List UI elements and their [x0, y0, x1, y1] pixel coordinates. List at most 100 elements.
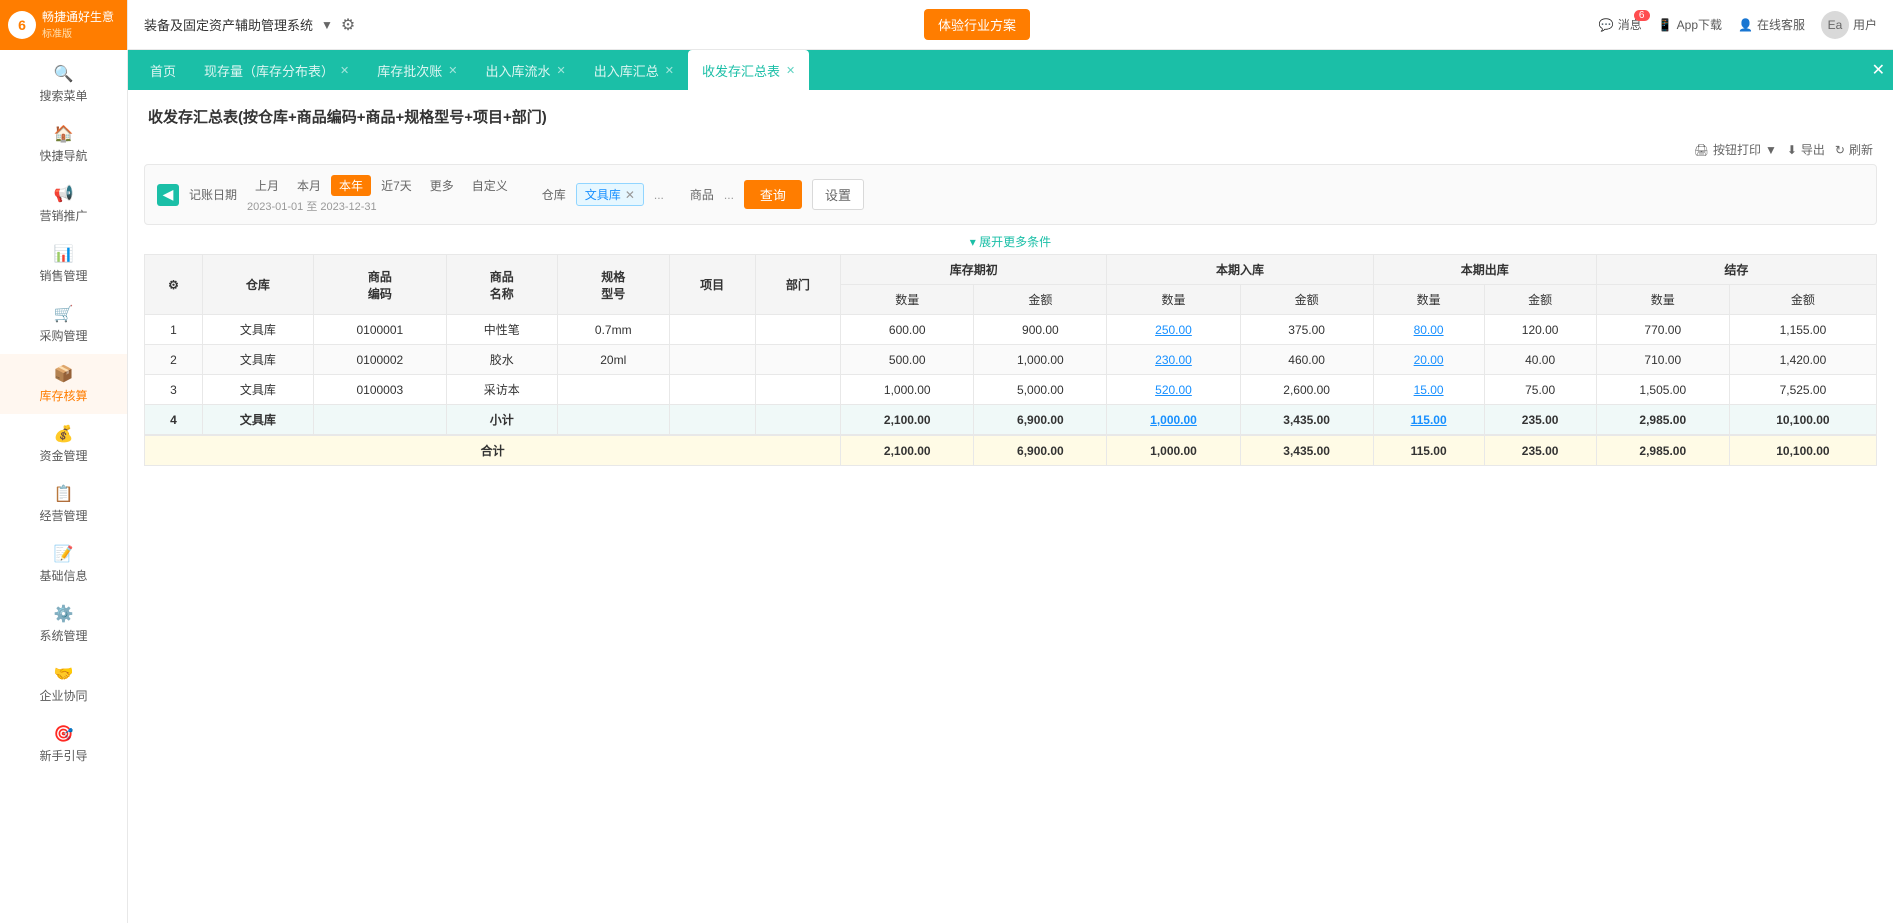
- query-button[interactable]: 查询: [744, 180, 802, 209]
- sidebar-item-operations[interactable]: 📋 经营管理: [0, 474, 127, 534]
- sidebar-item-quick-nav[interactable]: 🏠 快捷导航: [0, 114, 127, 174]
- row-out-amt: 235.00: [1484, 405, 1596, 436]
- row-in-qty[interactable]: 230.00: [1107, 345, 1240, 375]
- in-qty-link[interactable]: 250.00: [1155, 323, 1192, 337]
- export-btn[interactable]: ⬇ 导出: [1787, 141, 1825, 158]
- tab-close-icon[interactable]: ✕: [448, 64, 457, 77]
- row-warehouse: 文具库: [203, 375, 314, 405]
- out-qty-link[interactable]: 15.00: [1414, 383, 1444, 397]
- date-btn-this-year[interactable]: 本年: [331, 175, 371, 196]
- date-btn-7days[interactable]: 近7天: [373, 175, 420, 196]
- tab-in-out-summary[interactable]: 出入库汇总 ✕: [580, 50, 688, 90]
- tab-home[interactable]: 首页: [136, 50, 190, 90]
- tab-close-icon[interactable]: ✕: [557, 64, 566, 77]
- page-header: 收发存汇总表(按仓库+商品编码+商品+规格型号+项目+部门): [128, 90, 1893, 135]
- row-out-qty[interactable]: 15.00: [1373, 375, 1484, 405]
- col-settings-header[interactable]: ⚙: [145, 255, 203, 315]
- message-btn[interactable]: 💬 消息 6: [1599, 16, 1642, 33]
- warehouse-tag-close[interactable]: ✕: [625, 188, 635, 202]
- row-out-qty[interactable]: 80.00: [1373, 315, 1484, 345]
- settings-button[interactable]: 设置: [812, 179, 864, 210]
- sidebar-item-system[interactable]: ⚙️ 系统管理: [0, 594, 127, 654]
- row-out-qty[interactable]: 115.00: [1373, 405, 1484, 436]
- tab-inventory-dist[interactable]: 现存量（库存分布表）✕: [190, 50, 363, 90]
- page-title: 收发存汇总表(按仓库+商品编码+商品+规格型号+项目+部门): [148, 106, 1873, 127]
- in-qty-link[interactable]: 230.00: [1155, 353, 1192, 367]
- page-content: 收发存汇总表(按仓库+商品编码+商品+规格型号+项目+部门) 🖨 按钮打印 ▼ …: [128, 90, 1893, 923]
- product-label: 商品: [690, 186, 714, 203]
- row-spec: 20ml: [557, 345, 669, 375]
- sidebar-item-label: 企业协同: [39, 687, 87, 704]
- tabbar-close-btn[interactable]: ✕: [1872, 60, 1885, 80]
- guide-icon: 🎯: [54, 724, 74, 744]
- sales-icon: 📊: [54, 244, 74, 264]
- tab-label: 收发存汇总表: [702, 61, 780, 80]
- row-out-amt: 40.00: [1484, 345, 1596, 375]
- row-close-amt: 1,420.00: [1729, 345, 1876, 375]
- product-more[interactable]: ...: [724, 188, 734, 202]
- tab-label: 出入库汇总: [594, 61, 659, 80]
- tab-in-out-flow[interactable]: 出入库流水✕: [471, 50, 579, 90]
- sidebar-item-inventory[interactable]: 📦 库存核算: [0, 354, 127, 414]
- row-spec: 0.7mm: [557, 315, 669, 345]
- footer-in-qty: 1,000.00: [1107, 435, 1240, 466]
- in-qty-link[interactable]: 1,000.00: [1150, 413, 1197, 427]
- row-name: 中性笔: [446, 315, 557, 345]
- row-warehouse: 文具库: [203, 315, 314, 345]
- opening-amt-header: 金额: [974, 285, 1107, 315]
- sidebar-item-enterprise[interactable]: 🤝 企业协同: [0, 654, 127, 714]
- row-open-qty: 500.00: [841, 345, 974, 375]
- warehouse-tag[interactable]: 文具库 ✕: [576, 183, 644, 206]
- filter-toggle-btn[interactable]: ◀: [157, 184, 179, 206]
- sidebar-item-label: 资金管理: [39, 447, 87, 464]
- out-qty-link[interactable]: 80.00: [1414, 323, 1444, 337]
- table-row: 1 文具库 0100001 中性笔 0.7mm 600.00 900.00 25…: [145, 315, 1877, 345]
- out-qty-link[interactable]: 20.00: [1414, 353, 1444, 367]
- refresh-btn[interactable]: ↻ 刷新: [1835, 141, 1873, 158]
- in-qty-link[interactable]: 520.00: [1155, 383, 1192, 397]
- sidebar-item-sales[interactable]: 📊 销售管理: [0, 234, 127, 294]
- row-in-qty[interactable]: 520.00: [1107, 375, 1240, 405]
- print-btn[interactable]: 🖨 按钮打印 ▼: [1694, 141, 1777, 158]
- settings-icon[interactable]: ⚙: [341, 15, 355, 35]
- tab-collect-summary[interactable]: 收发存汇总表 ✕: [688, 50, 809, 90]
- row-out-qty[interactable]: 20.00: [1373, 345, 1484, 375]
- closing-amt-header: 金额: [1729, 285, 1876, 315]
- expand-filter-btn[interactable]: ▾ 展开更多条件: [970, 233, 1051, 250]
- out-qty-link[interactable]: 115.00: [1411, 413, 1447, 427]
- in-amt-header: 金额: [1240, 285, 1373, 315]
- sidebar-item-basic-info[interactable]: 📝 基础信息: [0, 534, 127, 594]
- table-toolbar: 🖨 按钮打印 ▼ ⬇ 导出 ↻ 刷新: [128, 135, 1893, 164]
- sidebar-item-purchase[interactable]: 🛒 采购管理: [0, 294, 127, 354]
- app-download-btn[interactable]: 📱 App下载: [1658, 16, 1722, 33]
- row-code: [313, 405, 446, 436]
- date-btn-last-month[interactable]: 上月: [247, 175, 287, 196]
- row-name: 小计: [446, 405, 557, 436]
- user-menu[interactable]: Ea 用户: [1821, 11, 1877, 39]
- row-open-amt: 1,000.00: [974, 345, 1107, 375]
- row-name: 胶水: [446, 345, 557, 375]
- date-btn-custom[interactable]: 自定义: [464, 175, 516, 196]
- sidebar-item-search[interactable]: 🔍 搜索菜单: [0, 54, 127, 114]
- row-warehouse: 文具库: [203, 345, 314, 375]
- sidebar-item-finance[interactable]: 💰 资金管理: [0, 414, 127, 474]
- system-name: 装备及固定资产辅助管理系统: [144, 15, 313, 34]
- sidebar-item-marketing[interactable]: 📢 营销推广: [0, 174, 127, 234]
- tab-batch-ledger[interactable]: 库存批次账✕: [363, 50, 471, 90]
- tab-close-icon[interactable]: ✕: [665, 64, 674, 77]
- row-in-qty[interactable]: 1,000.00: [1107, 405, 1240, 436]
- warehouse-more[interactable]: ...: [654, 188, 664, 202]
- trial-button[interactable]: 体验行业方案: [924, 9, 1030, 40]
- system-dropdown[interactable]: ▼: [321, 18, 333, 32]
- online-service-btn[interactable]: 👤 在线客服: [1738, 16, 1805, 33]
- tab-close-icon[interactable]: ✕: [340, 64, 349, 77]
- row-project: [669, 405, 755, 436]
- row-open-qty: 600.00: [841, 315, 974, 345]
- date-btn-this-month[interactable]: 本月: [289, 175, 329, 196]
- sidebar-item-guide[interactable]: 🎯 新手引导: [0, 714, 127, 774]
- date-btn-more[interactable]: 更多: [422, 175, 462, 196]
- tab-label: 首页: [150, 61, 176, 80]
- tab-close-icon[interactable]: ✕: [786, 64, 795, 77]
- sidebar-nav: 🔍 搜索菜单 🏠 快捷导航 📢 营销推广 📊 销售管理 🛒 采购管理 📦 库存核…: [0, 50, 127, 923]
- row-in-qty[interactable]: 250.00: [1107, 315, 1240, 345]
